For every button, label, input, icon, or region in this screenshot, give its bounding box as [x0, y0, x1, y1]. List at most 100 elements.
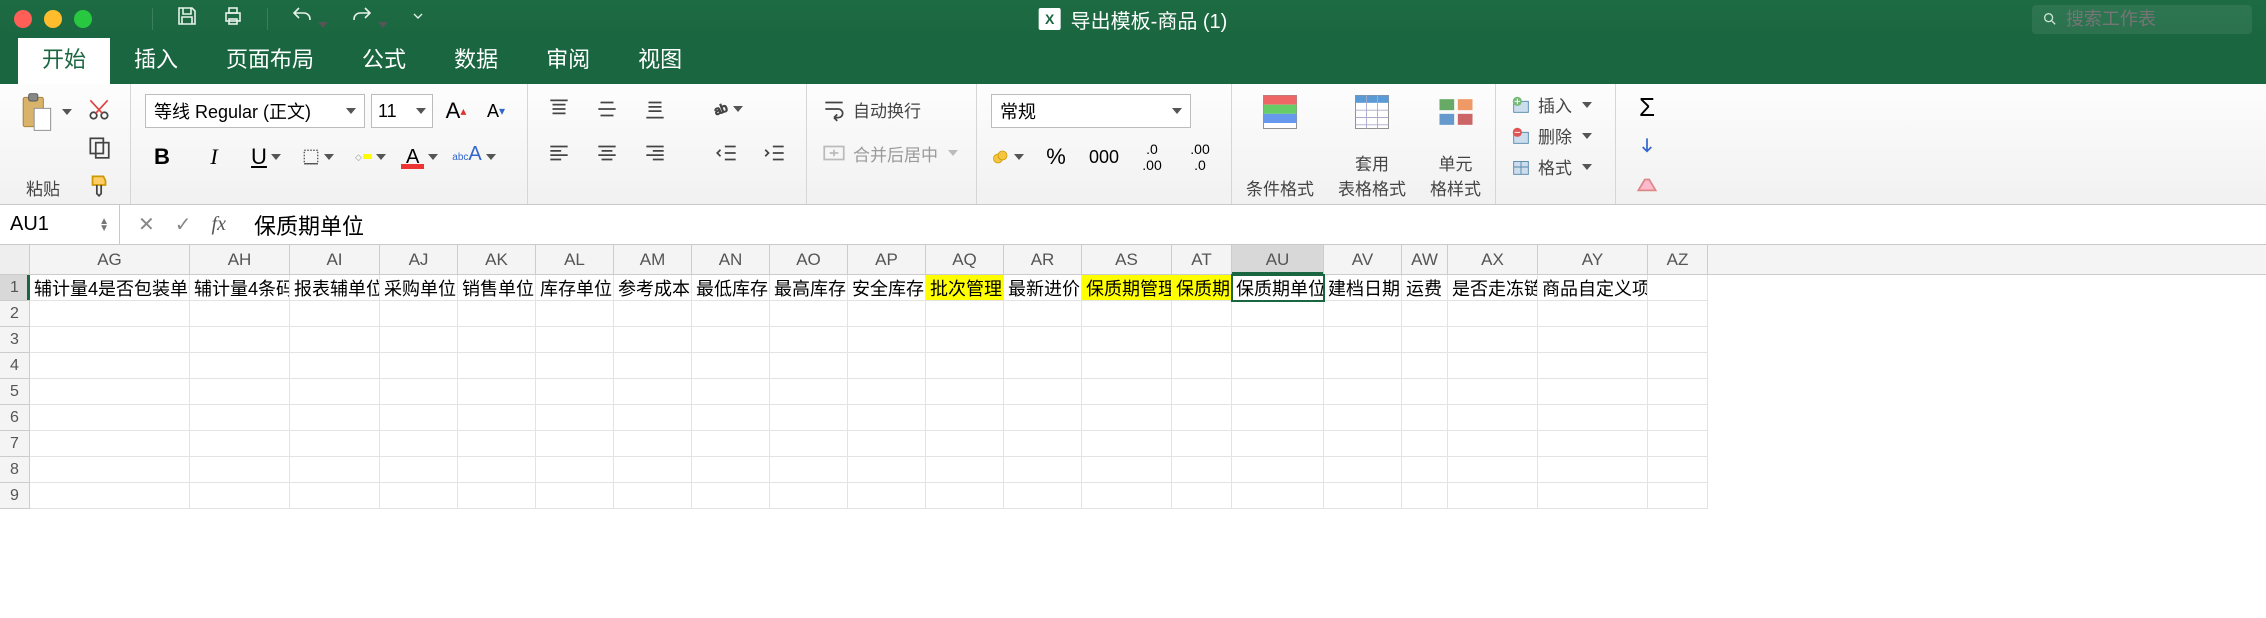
tab-数据[interactable]: 数据 — [430, 34, 522, 84]
conditional-format-button[interactable]: 条件格式 — [1246, 90, 1314, 200]
cell-AS1[interactable]: 保质期管理 — [1082, 275, 1172, 301]
cell-AR2[interactable] — [1004, 301, 1082, 327]
orientation-button[interactable]: ab — [710, 94, 744, 124]
column-header-AG[interactable]: AG — [30, 245, 190, 274]
cell-AI1[interactable]: 报表辅单位 — [290, 275, 380, 301]
cell-AI3[interactable] — [290, 327, 380, 353]
cell-AG8[interactable] — [30, 457, 190, 483]
cell-AP4[interactable] — [848, 353, 926, 379]
cell-AQ4[interactable] — [926, 353, 1004, 379]
cell-AO5[interactable] — [770, 379, 848, 405]
column-header-AQ[interactable]: AQ — [926, 245, 1004, 274]
column-header-AP[interactable]: AP — [848, 245, 926, 274]
cell-AO2[interactable] — [770, 301, 848, 327]
cell-AL5[interactable] — [536, 379, 614, 405]
cell-AI4[interactable] — [290, 353, 380, 379]
cell-AS6[interactable] — [1082, 405, 1172, 431]
column-header-AN[interactable]: AN — [692, 245, 770, 274]
cell-AY6[interactable] — [1538, 405, 1648, 431]
undo-icon[interactable] — [290, 4, 328, 34]
cell-AH1[interactable]: 辅计量4条码 — [190, 275, 290, 301]
cell-AK6[interactable] — [458, 405, 536, 431]
cell-AU4[interactable] — [1232, 353, 1324, 379]
cell-AQ7[interactable] — [926, 431, 1004, 457]
row-header-6[interactable]: 6 — [0, 405, 30, 431]
enter-formula-icon[interactable]: ✓ — [175, 212, 192, 237]
minimize-window-button[interactable] — [44, 10, 62, 28]
underline-button[interactable]: U — [249, 142, 283, 172]
row-header-2[interactable]: 2 — [0, 301, 30, 327]
cell-AU2[interactable] — [1232, 301, 1324, 327]
insert-cells-button[interactable]: 插入 — [1510, 92, 1592, 117]
row-header-5[interactable]: 5 — [0, 379, 30, 405]
cell-AK7[interactable] — [458, 431, 536, 457]
cell-AH4[interactable] — [190, 353, 290, 379]
cell-AI6[interactable] — [290, 405, 380, 431]
cell-AY2[interactable] — [1538, 301, 1648, 327]
print-icon[interactable] — [221, 4, 245, 34]
cell-AN5[interactable] — [692, 379, 770, 405]
cell-AZ9[interactable] — [1648, 483, 1708, 509]
cell-AS2[interactable] — [1082, 301, 1172, 327]
cell-AI2[interactable] — [290, 301, 380, 327]
cell-AK1[interactable]: 销售单位 — [458, 275, 536, 301]
column-header-AL[interactable]: AL — [536, 245, 614, 274]
cell-AW9[interactable] — [1402, 483, 1448, 509]
cancel-formula-icon[interactable]: ✕ — [138, 212, 155, 237]
cell-AL3[interactable] — [536, 327, 614, 353]
cell-AR6[interactable] — [1004, 405, 1082, 431]
cell-AX5[interactable] — [1448, 379, 1538, 405]
cell-AM1[interactable]: 参考成本 — [614, 275, 692, 301]
tab-插入[interactable]: 插入 — [110, 34, 202, 84]
cell-AZ7[interactable] — [1648, 431, 1708, 457]
cell-AU7[interactable] — [1232, 431, 1324, 457]
cell-AM4[interactable] — [614, 353, 692, 379]
cell-AW1[interactable]: 运费 — [1402, 275, 1448, 301]
cell-AR4[interactable] — [1004, 353, 1082, 379]
tab-开始[interactable]: 开始 — [18, 34, 110, 84]
cell-AY9[interactable] — [1538, 483, 1648, 509]
cell-AO3[interactable] — [770, 327, 848, 353]
cell-AR3[interactable] — [1004, 327, 1082, 353]
cell-AY4[interactable] — [1538, 353, 1648, 379]
cell-AM6[interactable] — [614, 405, 692, 431]
cell-AQ3[interactable] — [926, 327, 1004, 353]
cell-AY3[interactable] — [1538, 327, 1648, 353]
cell-AW2[interactable] — [1402, 301, 1448, 327]
cell-AZ5[interactable] — [1648, 379, 1708, 405]
cell-AP6[interactable] — [848, 405, 926, 431]
cell-AW5[interactable] — [1402, 379, 1448, 405]
cut-button[interactable] — [82, 94, 116, 124]
cell-AW6[interactable] — [1402, 405, 1448, 431]
cell-AZ1[interactable] — [1648, 275, 1708, 301]
cell-AG3[interactable] — [30, 327, 190, 353]
cell-AK9[interactable] — [458, 483, 536, 509]
column-header-AJ[interactable]: AJ — [380, 245, 458, 274]
fx-icon[interactable]: fx — [212, 213, 226, 236]
column-header-AR[interactable]: AR — [1004, 245, 1082, 274]
comma-format-button[interactable]: 000 — [1087, 142, 1121, 172]
cell-AT3[interactable] — [1172, 327, 1232, 353]
cell-AI5[interactable] — [290, 379, 380, 405]
column-header-AK[interactable]: AK — [458, 245, 536, 274]
cell-AZ6[interactable] — [1648, 405, 1708, 431]
increase-indent-button[interactable] — [758, 138, 792, 168]
cell-AI8[interactable] — [290, 457, 380, 483]
cell-AI7[interactable] — [290, 431, 380, 457]
cell-AZ2[interactable] — [1648, 301, 1708, 327]
cell-AM9[interactable] — [614, 483, 692, 509]
fill-button[interactable] — [1630, 132, 1664, 161]
cell-AJ9[interactable] — [380, 483, 458, 509]
align-bottom-button[interactable] — [638, 94, 672, 124]
cell-AK8[interactable] — [458, 457, 536, 483]
cell-AS3[interactable] — [1082, 327, 1172, 353]
cell-AR7[interactable] — [1004, 431, 1082, 457]
cell-AP3[interactable] — [848, 327, 926, 353]
cell-AQ9[interactable] — [926, 483, 1004, 509]
cell-AH5[interactable] — [190, 379, 290, 405]
font-color-button[interactable]: A — [405, 142, 439, 172]
cell-AN2[interactable] — [692, 301, 770, 327]
cell-AG2[interactable] — [30, 301, 190, 327]
cell-AG1[interactable]: 辅计量4是否包装单位 — [30, 275, 190, 301]
cell-AS9[interactable] — [1082, 483, 1172, 509]
